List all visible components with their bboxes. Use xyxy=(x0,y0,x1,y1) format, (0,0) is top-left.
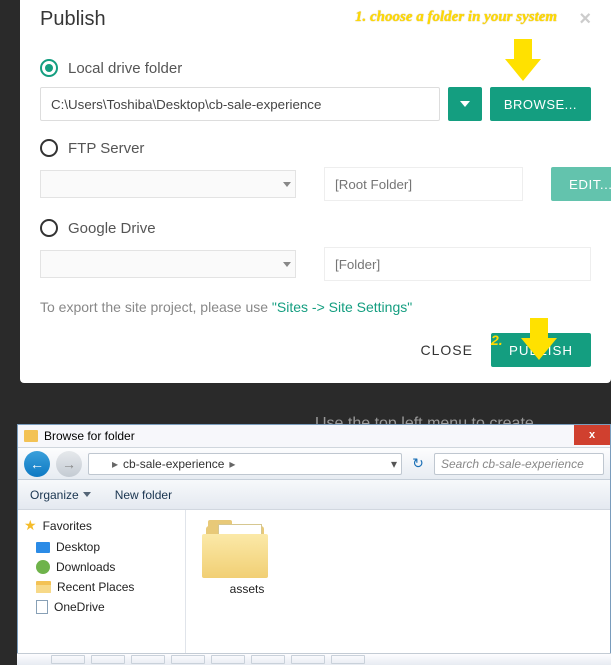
breadcrumb-sep: ▸ xyxy=(112,457,118,471)
folder-icon xyxy=(93,458,107,470)
radio-label: Local drive folder xyxy=(68,60,182,77)
refresh-button[interactable]: ↻ xyxy=(408,455,428,472)
gdrive-select[interactable] xyxy=(40,250,296,278)
address-bar[interactable]: ▸ cb-sale-experience ▸ ▾ xyxy=(88,453,402,475)
breadcrumb-folder[interactable]: cb-sale-experience xyxy=(123,457,224,471)
folder-icon xyxy=(24,430,38,442)
ftp-root-input[interactable] xyxy=(324,167,523,201)
edit-button[interactable]: EDIT... xyxy=(551,167,611,201)
chevron-down-icon xyxy=(83,492,91,497)
window-nav-bar: ← → ▸ cb-sale-experience ▸ ▾ ↻ Search cb… xyxy=(18,448,610,480)
folder-label: assets xyxy=(202,582,292,596)
folder-item-assets[interactable] xyxy=(202,520,274,578)
favorites-desktop[interactable]: Desktop xyxy=(18,537,185,557)
star-icon: ★ xyxy=(24,517,37,534)
publish-button[interactable]: PUBLISH xyxy=(491,333,591,367)
new-folder-button[interactable]: New folder xyxy=(115,488,172,502)
radio-ftp-server[interactable]: FTP Server xyxy=(40,139,591,157)
path-dropdown-button[interactable] xyxy=(448,87,482,121)
window-toolbar: Organize New folder xyxy=(18,480,610,510)
close-button[interactable]: CLOSE xyxy=(420,342,472,358)
search-input[interactable]: Search cb-sale-experience xyxy=(434,453,604,475)
chevron-down-icon xyxy=(283,182,291,187)
downloads-icon xyxy=(36,560,50,574)
favorites-downloads[interactable]: Downloads xyxy=(18,557,185,577)
desktop-icon xyxy=(36,542,50,553)
close-x-button[interactable]: × xyxy=(579,8,591,31)
gdrive-folder-input[interactable] xyxy=(324,247,591,281)
favorites-header[interactable]: ★ Favorites xyxy=(18,514,185,537)
forward-button[interactable]: → xyxy=(56,451,82,477)
search-placeholder: Search cb-sale-experience xyxy=(441,457,584,471)
publish-dialog: Publish × Local drive folder BROWSE... F… xyxy=(20,0,611,383)
taskbar[interactable] xyxy=(17,653,611,665)
browse-button[interactable]: BROWSE... xyxy=(490,87,591,121)
recent-icon xyxy=(36,581,51,593)
chevron-down-icon xyxy=(460,101,470,107)
radio-google-drive[interactable]: Google Drive xyxy=(40,219,591,237)
local-path-input[interactable] xyxy=(40,87,440,121)
window-title: Browse for folder xyxy=(44,429,135,443)
chevron-down-icon[interactable]: ▾ xyxy=(391,457,397,471)
window-close-button[interactable]: x xyxy=(574,425,610,445)
radio-icon xyxy=(40,139,58,157)
favorites-recent[interactable]: Recent Places xyxy=(18,577,185,597)
site-settings-link[interactable]: "Sites -> Site Settings" xyxy=(272,299,412,315)
onedrive-icon xyxy=(36,600,48,614)
radio-icon xyxy=(40,59,58,77)
export-note-text: To export the site project, please use xyxy=(40,299,272,315)
radio-icon xyxy=(40,219,58,237)
radio-label: Google Drive xyxy=(68,220,156,237)
export-note: To export the site project, please use "… xyxy=(40,299,591,315)
radio-local-drive[interactable]: Local drive folder xyxy=(40,59,591,77)
ftp-select[interactable] xyxy=(40,170,296,198)
content-pane[interactable]: assets xyxy=(186,510,610,654)
breadcrumb-sep: ▸ xyxy=(229,457,235,471)
radio-label: FTP Server xyxy=(68,140,144,157)
organize-menu[interactable]: Organize xyxy=(30,488,91,502)
window-titlebar[interactable]: Browse for folder x xyxy=(18,425,610,448)
back-button[interactable]: ← xyxy=(24,451,50,477)
browse-folder-window: Browse for folder x ← → ▸ cb-sale-experi… xyxy=(17,424,611,655)
navigation-pane[interactable]: ★ Favorites Desktop Downloads Recent Pla… xyxy=(18,510,186,654)
chevron-down-icon xyxy=(283,262,291,267)
dialog-title: Publish xyxy=(40,8,106,31)
favorites-onedrive[interactable]: OneDrive xyxy=(18,597,185,617)
